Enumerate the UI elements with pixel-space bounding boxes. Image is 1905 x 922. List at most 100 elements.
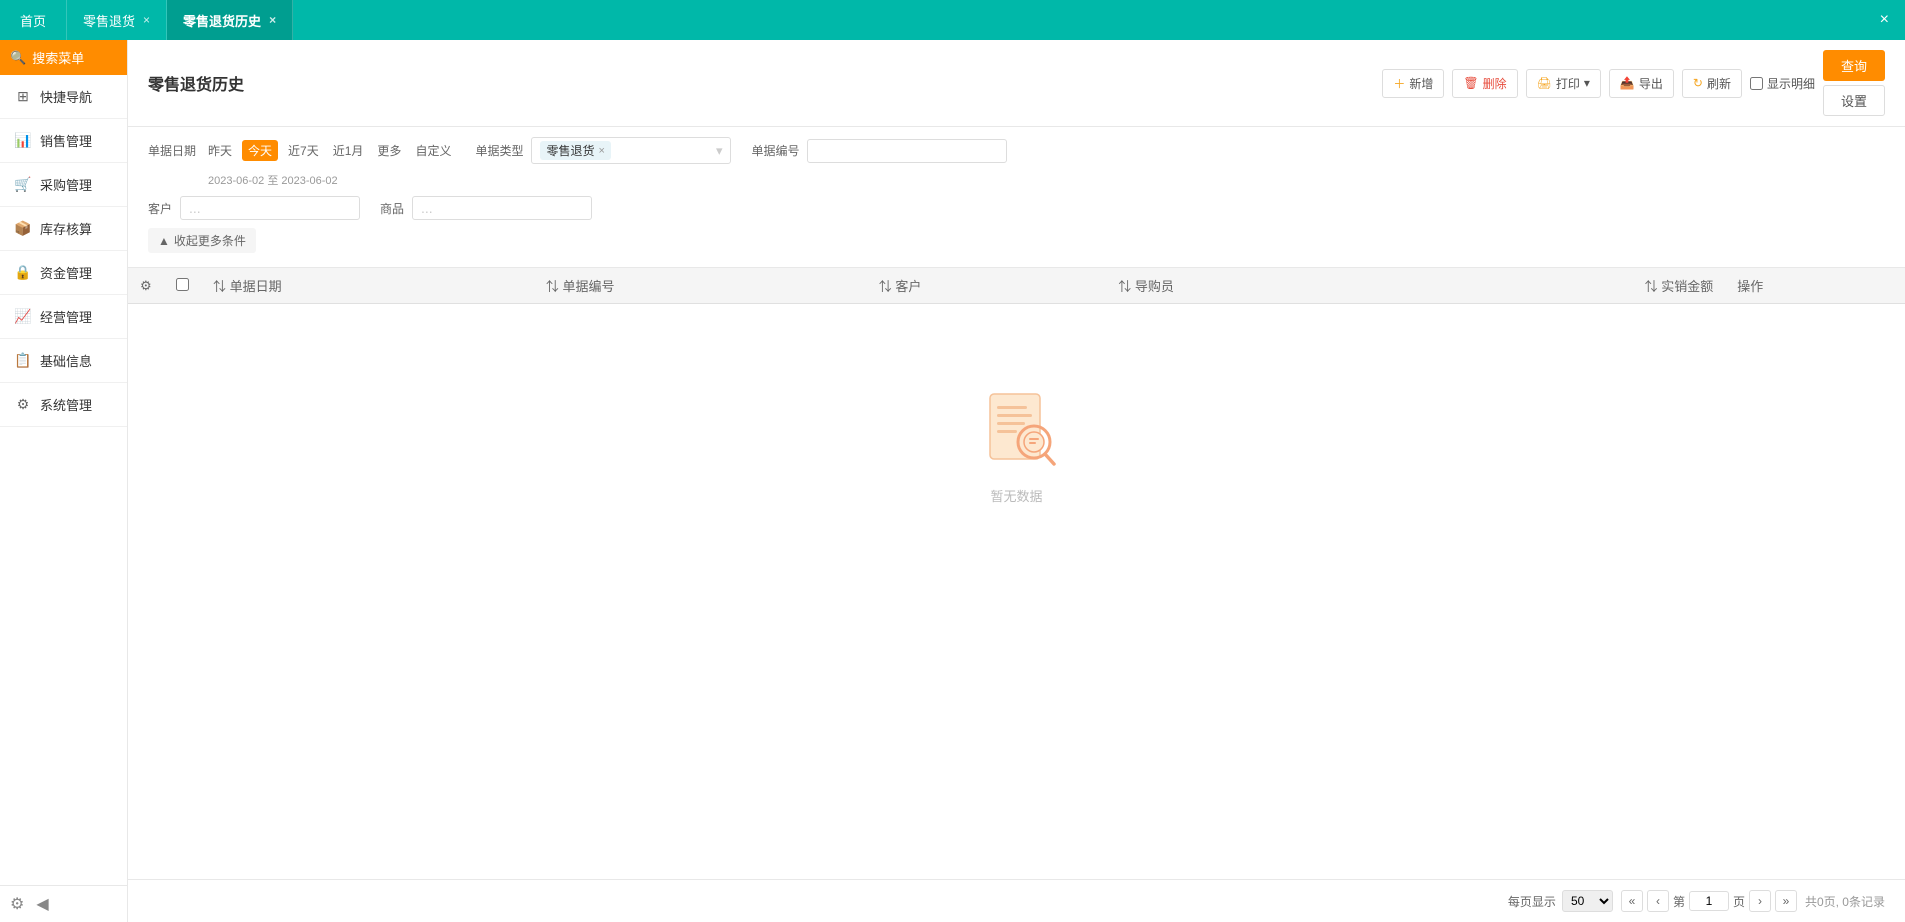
date-btn-custom[interactable]: 自定义 bbox=[411, 140, 455, 161]
export-icon: 📤 bbox=[1620, 76, 1635, 90]
collapse-icon: ▲ bbox=[158, 234, 170, 248]
doc-number-input[interactable] bbox=[807, 139, 1007, 163]
tab-bar: 首页 零售退货 × 零售退货历史 × bbox=[0, 0, 1864, 40]
new-button[interactable]: ＋ 新增 bbox=[1382, 69, 1444, 98]
col-doc-date: ⇅ 单据日期 bbox=[201, 268, 534, 304]
prev-page-button[interactable]: ‹ bbox=[1647, 890, 1669, 912]
col-checkbox[interactable] bbox=[164, 268, 201, 304]
date-filter-buttons: 昨天 今天 近7天 近1月 更多 自定义 bbox=[204, 140, 455, 161]
display-detail-label: 显示明细 bbox=[1767, 75, 1815, 92]
sidebar-search[interactable]: 🔍 搜索菜单 bbox=[0, 40, 127, 75]
select-all-checkbox[interactable] bbox=[176, 278, 189, 291]
filter-group-date: 单据日期 昨天 今天 近7天 近1月 更多 自定义 bbox=[148, 140, 455, 161]
col-operation-label: 操作 bbox=[1737, 279, 1763, 294]
content-area: 零售退货历史 ＋ 新增 🗑 删除 🖨 打印 ▾ 📤 导出 bbox=[128, 40, 1905, 922]
next-page-icon: › bbox=[1758, 894, 1762, 908]
first-page-button[interactable]: « bbox=[1621, 890, 1643, 912]
filter-group-customer: 客户 ... bbox=[148, 196, 360, 220]
date-filter-label: 单据日期 bbox=[148, 142, 196, 159]
sidebar-item-finance-label: 资金管理 bbox=[40, 263, 92, 282]
last-page-button[interactable]: » bbox=[1775, 890, 1797, 912]
tab-retail-return[interactable]: 零售退货 × bbox=[67, 0, 167, 40]
col-guide: ⇅ 导购员 bbox=[1106, 268, 1392, 304]
operation-icon: 📈 bbox=[14, 308, 32, 326]
sidebar-item-system-label: 系统管理 bbox=[40, 395, 92, 414]
sidebar-item-inventory[interactable]: 📦 库存核算 bbox=[0, 207, 127, 251]
filter-area: 单据日期 昨天 今天 近7天 近1月 更多 自定义 单据类型 bbox=[128, 127, 1905, 268]
date-range-display: 2023-06-02 至 2023-06-02 bbox=[208, 172, 1885, 188]
date-btn-1month[interactable]: 近1月 bbox=[329, 140, 368, 161]
sidebar-item-operation[interactable]: 📈 经营管理 bbox=[0, 295, 127, 339]
col-guide-label: 导购员 bbox=[1135, 279, 1174, 294]
table-area: ⚙ ⇅ 单据日期 ⇅ 单据编号 bbox=[128, 268, 1905, 879]
filter-group-doc-number: 单据编号 bbox=[751, 139, 1007, 163]
page-unit: 页 bbox=[1733, 893, 1745, 910]
doc-type-tag-close[interactable]: × bbox=[598, 145, 604, 157]
display-detail-input[interactable] bbox=[1750, 77, 1763, 90]
print-label: 打印 bbox=[1556, 75, 1580, 92]
filter-group-goods: 商品 ... bbox=[380, 196, 592, 220]
sidebar: 🔍 搜索菜单 ⊞ 快捷导航 📊 销售管理 🛒 采购管理 📦 库存核算 🔒 bbox=[0, 40, 128, 922]
doc-type-dropdown-icon: ▾ bbox=[716, 143, 723, 159]
goods-input[interactable]: ... bbox=[412, 196, 592, 220]
date-btn-yesterday[interactable]: 昨天 bbox=[204, 140, 236, 161]
pagination: 每页显示 50 10 20 100 « ‹ 第 页 › bbox=[128, 879, 1905, 922]
doc-number-label: 单据编号 bbox=[751, 142, 799, 159]
date-btn-more[interactable]: 更多 bbox=[373, 140, 405, 161]
per-page-select[interactable]: 50 10 20 100 bbox=[1562, 890, 1613, 912]
export-label: 导出 bbox=[1639, 75, 1663, 92]
page-nav: « ‹ 第 页 › » bbox=[1621, 890, 1797, 912]
new-icon: ＋ bbox=[1393, 75, 1405, 92]
sidebar-item-basic-info[interactable]: 📋 基础信息 bbox=[0, 339, 127, 383]
next-page-button[interactable]: › bbox=[1749, 890, 1771, 912]
sidebar-item-sales[interactable]: 📊 销售管理 bbox=[0, 119, 127, 163]
total-info: 共0页, 0条记录 bbox=[1805, 893, 1885, 910]
col-customer: ⇅ 客户 bbox=[867, 268, 1106, 304]
col-settings[interactable]: ⚙ bbox=[128, 268, 164, 304]
tab-home-label: 首页 bbox=[20, 11, 46, 30]
sidebar-item-system[interactable]: ⚙ 系统管理 bbox=[0, 383, 127, 427]
tab-retail-return-close[interactable]: × bbox=[143, 13, 150, 27]
filter-row-2: 客户 ... 商品 ... bbox=[148, 196, 1885, 220]
quick-nav-icon: ⊞ bbox=[14, 88, 32, 106]
refresh-button[interactable]: ↻ 刷新 bbox=[1682, 69, 1742, 98]
tab-home[interactable]: 首页 bbox=[0, 0, 67, 40]
date-btn-today[interactable]: 今天 bbox=[242, 140, 278, 161]
last-page-icon: » bbox=[1783, 894, 1790, 908]
empty-icon bbox=[972, 384, 1062, 474]
page-header: 零售退货历史 ＋ 新增 🗑 删除 🖨 打印 ▾ 📤 导出 bbox=[128, 40, 1905, 127]
sidebar-footer: ⚙ ◀ bbox=[0, 885, 127, 922]
doc-type-tag: 零售退货 × bbox=[540, 141, 610, 160]
page-label: 第 bbox=[1673, 893, 1685, 910]
export-button[interactable]: 📤 导出 bbox=[1609, 69, 1674, 98]
doc-type-value: 零售退货 bbox=[546, 142, 594, 159]
sidebar-item-purchase[interactable]: 🛒 采购管理 bbox=[0, 163, 127, 207]
sidebar-item-sales-label: 销售管理 bbox=[40, 131, 92, 150]
delete-button[interactable]: 🗑 删除 bbox=[1452, 69, 1517, 98]
sidebar-item-operation-label: 经营管理 bbox=[40, 307, 92, 326]
window-close-button[interactable]: × bbox=[1864, 11, 1905, 29]
collapse-label: 收起更多条件 bbox=[174, 232, 246, 249]
delete-label: 删除 bbox=[1483, 75, 1507, 92]
settings-button[interactable]: 设置 bbox=[1823, 85, 1885, 116]
footer-settings-icon[interactable]: ⚙ bbox=[10, 894, 24, 914]
top-bar: 首页 零售退货 × 零售退货历史 × × bbox=[0, 0, 1905, 40]
tab-retail-return-history-label: 零售退货历史 bbox=[183, 11, 261, 30]
col-doc-date-label: 单据日期 bbox=[230, 279, 282, 294]
doc-type-container[interactable]: 零售退货 × ▾ bbox=[531, 137, 731, 164]
sidebar-item-quick-nav[interactable]: ⊞ 快捷导航 bbox=[0, 75, 127, 119]
search-icon: 🔍 bbox=[10, 50, 26, 66]
display-detail-checkbox[interactable]: 显示明细 bbox=[1750, 75, 1815, 92]
page-title: 零售退货历史 bbox=[148, 71, 244, 95]
query-button[interactable]: 查询 bbox=[1823, 50, 1885, 81]
settings-col-icon[interactable]: ⚙ bbox=[140, 278, 152, 293]
tab-retail-return-history[interactable]: 零售退货历史 × bbox=[167, 0, 293, 40]
date-btn-7days[interactable]: 近7天 bbox=[284, 140, 323, 161]
tab-retail-return-history-close[interactable]: × bbox=[269, 13, 276, 27]
collapse-button[interactable]: ▲ 收起更多条件 bbox=[148, 228, 256, 253]
print-button[interactable]: 🖨 打印 ▾ bbox=[1526, 69, 1601, 98]
customer-input[interactable]: ... bbox=[180, 196, 360, 220]
sidebar-item-finance[interactable]: 🔒 资金管理 bbox=[0, 251, 127, 295]
footer-collapse-icon[interactable]: ◀ bbox=[36, 894, 48, 914]
page-input[interactable] bbox=[1689, 891, 1729, 911]
